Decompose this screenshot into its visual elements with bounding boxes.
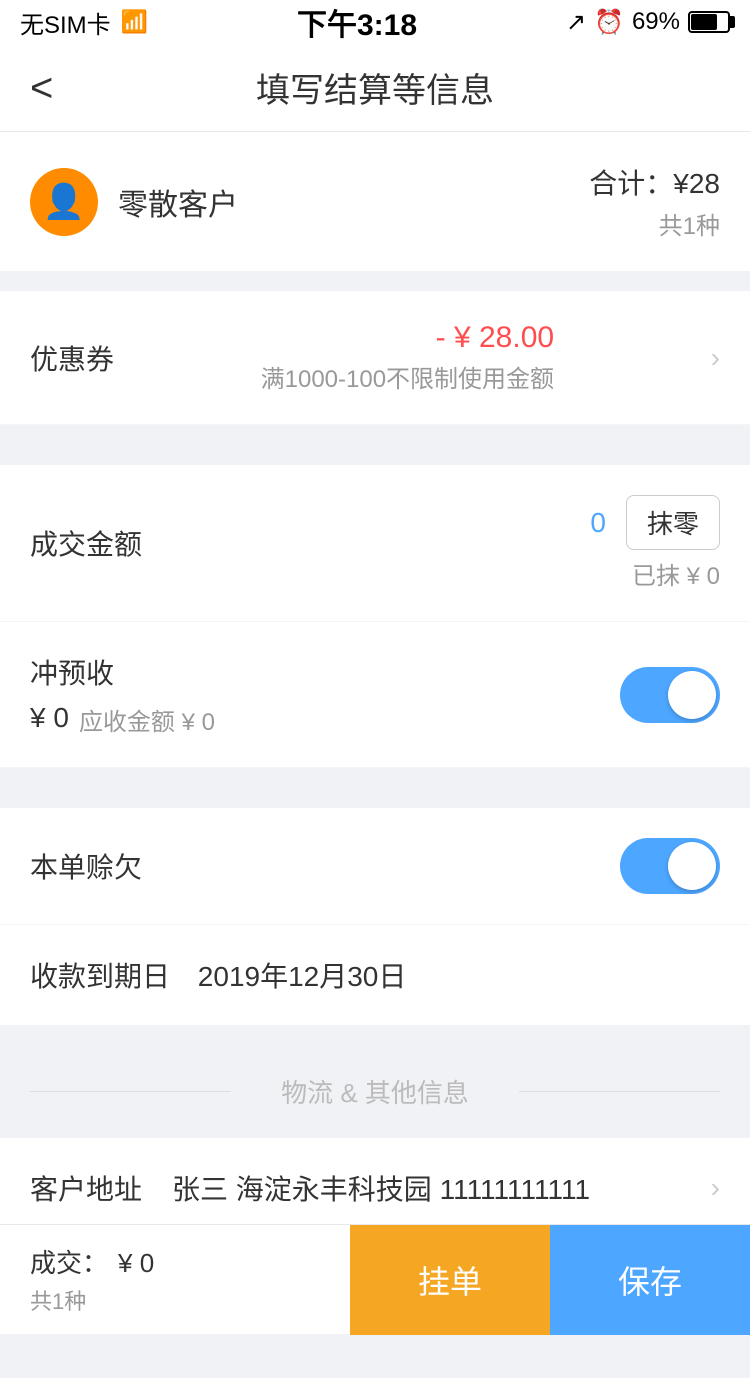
bottom-info: 成交： ¥ 0 共1种 xyxy=(0,1243,350,1316)
sim-label: 无SIM卡 xyxy=(20,5,111,40)
coupon-label: 优惠券 xyxy=(30,338,114,378)
location-icon: ↗ xyxy=(566,8,586,37)
prepay-left: 冲预收 ¥ 0 应收金额 ¥ 0 xyxy=(30,652,215,737)
wifi-icon: 📶 xyxy=(121,9,148,35)
avatar-icon: 👤 xyxy=(43,182,85,222)
customer-right: 合计：¥28 共1种 xyxy=(589,162,720,241)
address-chevron-icon: › xyxy=(711,1172,720,1204)
coupon-right: - ¥ 28.00 满1000-100不限制使用金额 xyxy=(261,321,554,394)
debt-label: 本单赊欠 xyxy=(30,846,142,886)
deal-amount-value: 0 xyxy=(590,507,606,539)
back-button[interactable]: < xyxy=(30,68,53,108)
customer-left: 👤 零散客户 xyxy=(30,168,238,236)
total-amount: 合计：¥28 xyxy=(589,162,720,202)
coupon-sub: 满1000-100不限制使用金额 xyxy=(261,359,554,394)
logistics-text: 物流 & 其他信息 xyxy=(281,1073,469,1110)
status-left: 无SIM卡 📶 xyxy=(20,5,148,40)
bottom-count: 共1种 xyxy=(30,1284,320,1316)
deal-amount-sub: 已抹 ¥ 0 xyxy=(632,556,720,591)
deal-amount-card: 成交金额 0 抹零 已抹 ¥ 0 冲预收 ¥ 0 应收金额 ¥ 0 xyxy=(0,465,750,768)
coupon-card[interactable]: 优惠券 - ¥ 28.00 满1000-100不限制使用金额 › xyxy=(0,291,750,425)
debt-toggle[interactable] xyxy=(620,838,720,894)
coupon-discount: - ¥ 28.00 xyxy=(436,321,554,355)
bottom-bar: 成交： ¥ 0 共1种 挂单 保存 xyxy=(0,1224,750,1334)
status-right: ↗ ⏰ 69% xyxy=(566,8,730,37)
deal-amount-row: 成交金额 0 抹零 已抹 ¥ 0 xyxy=(0,465,750,622)
prepay-amount: ¥ 0 xyxy=(30,702,69,737)
due-date-label: 收款到期日 xyxy=(30,961,170,992)
chevron-right-icon: › xyxy=(711,342,720,374)
prepay-values: ¥ 0 应收金额 ¥ 0 xyxy=(30,698,215,737)
status-bar: 无SIM卡 📶 下午3:18 ↗ ⏰ 69% xyxy=(0,0,750,44)
toggle-knob xyxy=(668,671,716,719)
prepay-toggle[interactable] xyxy=(620,667,720,723)
address-card[interactable]: 客户地址 张三 海淀永丰科技园 11111111111 › xyxy=(0,1138,750,1238)
round-button[interactable]: 抹零 xyxy=(626,495,720,550)
prepay-row: 冲预收 ¥ 0 应收金额 ¥ 0 xyxy=(0,622,750,768)
alarm-icon: ⏰ xyxy=(594,8,624,37)
debt-toggle-knob xyxy=(668,842,716,890)
section-divider-1 xyxy=(0,445,750,465)
due-date-row: 收款到期日 2019年12月30日 xyxy=(0,924,750,1025)
prepay-label: 冲预收 xyxy=(30,652,215,692)
page-title: 填写结算等信息 xyxy=(256,63,494,112)
customer-name: 零散客户 xyxy=(118,180,238,224)
section-divider-2 xyxy=(0,788,750,808)
address-label: 客户地址 xyxy=(30,1168,142,1208)
status-time: 下午3:18 xyxy=(297,0,417,44)
debt-card: 本单赊欠 收款到期日 2019年12月30日 xyxy=(0,808,750,1025)
total-count: 共1种 xyxy=(589,206,720,241)
due-date-value: 2019年12月30日 xyxy=(198,961,407,992)
pending-button[interactable]: 挂单 xyxy=(350,1225,550,1335)
address-value: 张三 海淀永丰科技园 11111111111 xyxy=(172,1168,671,1208)
coupon-row[interactable]: 优惠券 - ¥ 28.00 满1000-100不限制使用金额 › xyxy=(0,291,750,425)
battery-icon xyxy=(688,11,730,33)
bottom-deal-amount: ¥ 0 xyxy=(118,1248,154,1279)
save-button[interactable]: 保存 xyxy=(550,1225,750,1335)
customer-row: 👤 零散客户 合计：¥28 共1种 xyxy=(0,132,750,271)
debt-row: 本单赊欠 xyxy=(0,808,750,924)
nav-bar: < 填写结算等信息 xyxy=(0,44,750,132)
address-row[interactable]: 客户地址 张三 海淀永丰科技园 11111111111 › xyxy=(0,1138,750,1238)
customer-card: 👤 零散客户 合计：¥28 共1种 xyxy=(0,132,750,271)
deal-amount-right: 0 抹零 已抹 ¥ 0 xyxy=(590,495,720,591)
prepay-sub: 应收金额 ¥ 0 xyxy=(79,702,215,737)
avatar: 👤 xyxy=(30,168,98,236)
battery-percent: 69% xyxy=(632,8,680,36)
deal-amount-label: 成交金额 xyxy=(30,523,142,563)
content: 👤 零散客户 合计：¥28 共1种 优惠券 - ¥ 28.00 满1000-10… xyxy=(0,132,750,1378)
bottom-deal-label: 成交： xyxy=(30,1243,108,1280)
logistics-divider: 物流 & 其他信息 xyxy=(0,1045,750,1138)
deal-amount-top: 0 抹零 xyxy=(590,495,720,550)
